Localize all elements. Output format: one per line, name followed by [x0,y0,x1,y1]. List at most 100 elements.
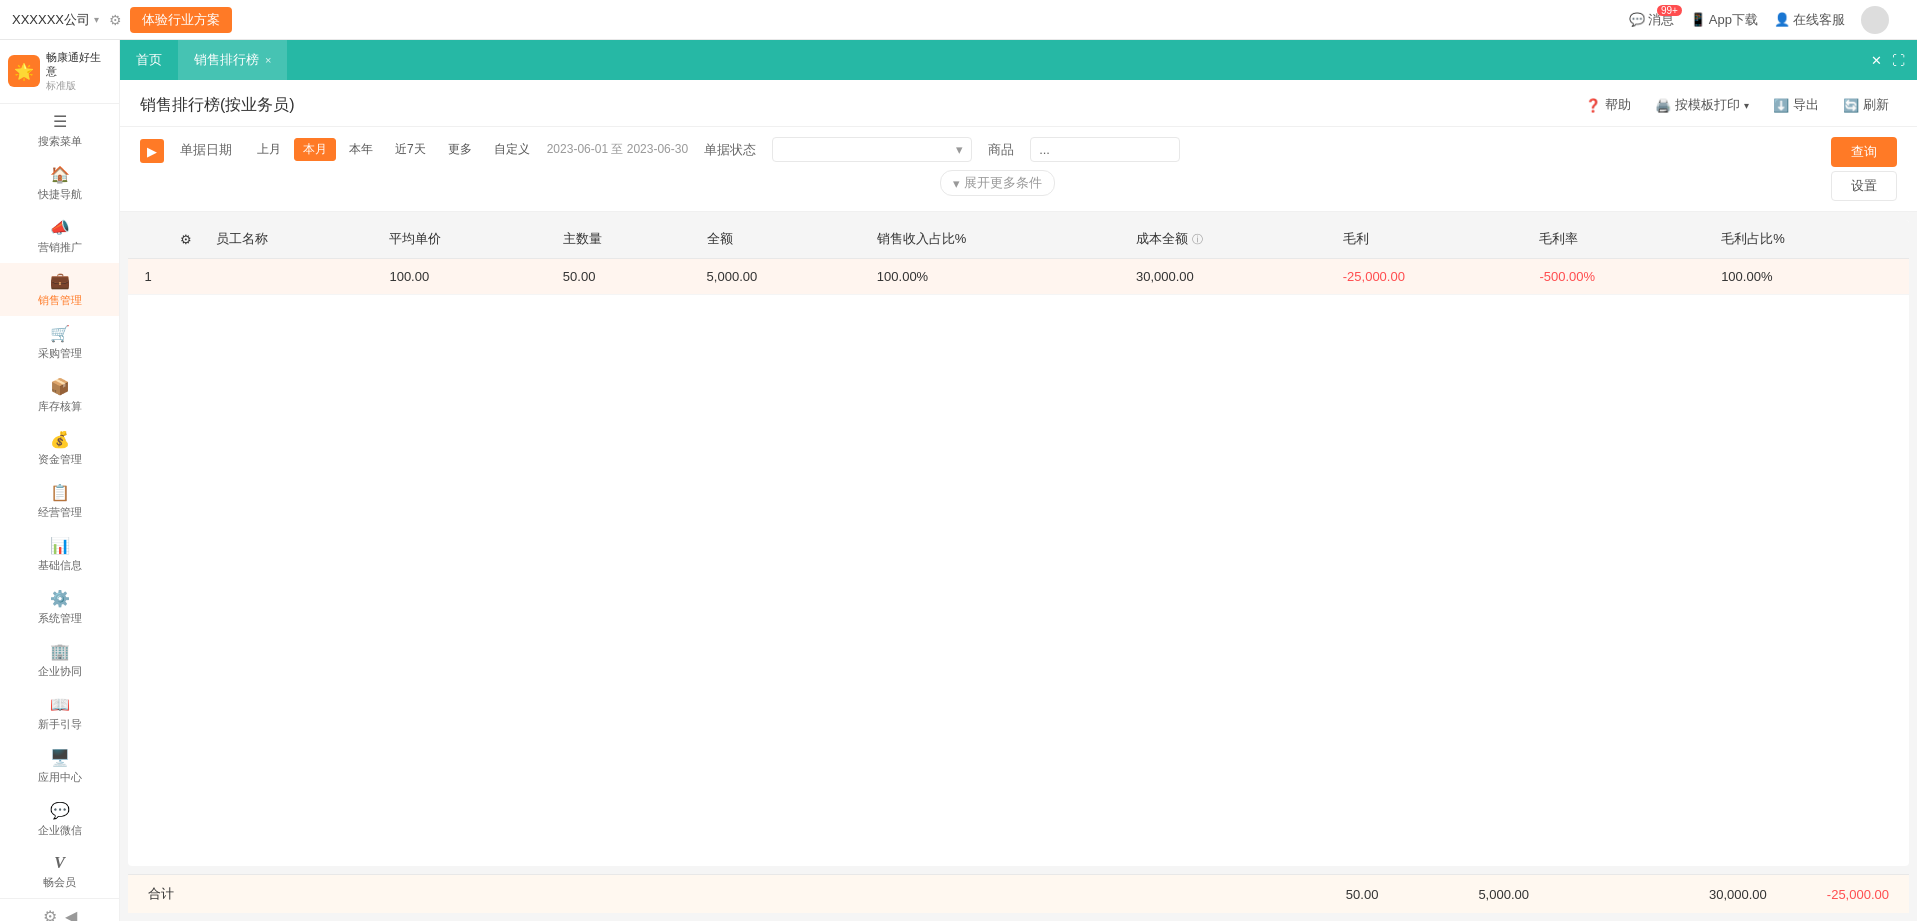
cell-name [204,259,377,295]
sidebar-label-apps: 应用中心 [38,770,82,785]
settings-icon[interactable]: ⚙ [109,12,122,28]
sidebar-item-system[interactable]: ⚙️ 系统管理 [0,581,119,634]
sidebar-item-marketing[interactable]: 📣 营销推广 [0,210,119,263]
cell-settings [168,259,204,295]
service-icon: 👤 [1774,12,1790,27]
table-header-row: ⚙ 员工名称 平均单价 主数量 全额 销售收入占比% 成本全额 ⓘ 毛利 毛利率… [128,220,1909,259]
expand-label: 展开更多条件 [964,174,1042,192]
avatar[interactable] [1861,6,1889,34]
filter-inputs: 单据日期 上月 本月 本年 近7天 更多 自定义 2023-06-01 至 20… [180,137,1815,196]
sidebar-item-shortcut[interactable]: 🏠 快捷导航 [0,157,119,210]
home-icon: 🏠 [50,165,70,184]
goods-value: ... [1039,142,1171,157]
date-btn-more[interactable]: 更多 [439,138,481,161]
col-amount: 全额 [695,220,865,259]
export-button[interactable]: ⬇️ 导出 [1765,92,1827,118]
footer-profit: -25,000.00 [1827,887,1889,902]
tab-expand-icon[interactable]: ⛶ [1892,53,1905,68]
query-button[interactable]: 查询 [1831,137,1897,167]
status-select[interactable]: ▾ [772,137,972,162]
date-btn-current[interactable]: 本月 [294,138,336,161]
sidebar-item-sales[interactable]: 💼 销售管理 [0,263,119,316]
enterprise-icon: 🏢 [50,642,70,661]
sidebar-logo: 🌟 畅康通好生意 标准版 [0,40,119,104]
app-download-button[interactable]: 📱 App下载 [1690,11,1758,29]
sidebar-collapse-button[interactable]: ◀ [65,907,77,921]
sidebar-item-wechat[interactable]: 💬 企业微信 [0,793,119,846]
page-content: 销售排行榜(按业务员) ❓ 帮助 🖨️ 按模板打印 ▾ ⬇️ 导出 [120,80,1917,921]
sidebar-label-enterprise: 企业协同 [38,664,82,679]
search-menu-icon: ☰ [53,112,67,131]
guide-icon: 📖 [50,695,70,714]
main-layout: 🌟 畅康通好生意 标准版 ☰ 搜索菜单 🏠 快捷导航 📣 营销推广 💼 销售管理… [0,40,1917,921]
col-qty: 主数量 [551,220,695,259]
tab-close-icon[interactable]: × [265,54,271,66]
sidebar-label-inventory: 库存核算 [38,399,82,414]
top-bar-right: 💬 消息 99+ 📱 App下载 👤 在线客服 [1629,6,1905,34]
tab-sales-ranking[interactable]: 销售排行榜 × [178,40,287,80]
sidebar-item-finance[interactable]: 💰 资金管理 [0,422,119,475]
date-btn-year[interactable]: 本年 [340,138,382,161]
cell-sales-ratio: 100.00% [865,259,1124,295]
print-chevron-icon: ▾ [1744,100,1749,111]
sidebar-item-operation[interactable]: 📋 经营管理 [0,475,119,528]
refresh-button[interactable]: 🔄 刷新 [1835,92,1897,118]
goods-input[interactable]: ... [1030,137,1180,162]
col-sales-ratio: 销售收入占比% [865,220,1124,259]
marketing-icon: 📣 [50,218,70,237]
table-wrap: ⚙ 员工名称 平均单价 主数量 全额 销售收入占比% 成本全额 ⓘ 毛利 毛利率… [128,220,1909,866]
sidebar-item-apps[interactable]: 🖥️ 应用中心 [0,740,119,793]
page-header: 销售排行榜(按业务员) ❓ 帮助 🖨️ 按模板打印 ▾ ⬇️ 导出 [120,80,1917,127]
company-selector[interactable]: XXXXXX公司 ▾ [12,11,99,29]
sidebar-item-search[interactable]: ☰ 搜索菜单 [0,104,119,157]
sidebar-label-guide: 新手引导 [38,717,82,732]
print-icon: 🖨️ [1655,98,1671,113]
col-profit: 毛利 [1331,220,1528,259]
cell-amount: 5,000.00 [695,259,865,295]
sidebar-label-wechat: 企业微信 [38,823,82,838]
tab-bar-actions: ✕ ⛶ [1859,53,1917,68]
col-name: 员工名称 [204,220,377,259]
sidebar-item-member[interactable]: V 畅会员 [0,846,119,898]
status-arrow-icon: ▾ [956,142,963,157]
cell-qty: 50.00 [551,259,695,295]
filter-bar: ▶ 单据日期 上月 本月 本年 近7天 更多 自定义 [120,127,1917,212]
sidebar-item-basic[interactable]: 📊 基础信息 [0,528,119,581]
filter-toggle-button[interactable]: ▶ [140,139,164,163]
sidebar-label-marketing: 营销推广 [38,240,82,255]
print-button[interactable]: 🖨️ 按模板打印 ▾ [1647,92,1757,118]
tab-home-label: 首页 [136,51,162,69]
sidebar-item-enterprise[interactable]: 🏢 企业协同 [0,634,119,687]
expand-more-button[interactable]: ▾ 展开更多条件 [940,170,1055,196]
content-area: 首页 销售排行榜 × ✕ ⛶ 销售排行榜(按业务员) ❓ 帮助 [120,40,1917,921]
setting-button[interactable]: 设置 [1831,171,1897,201]
sidebar: 🌟 畅康通好生意 标准版 ☰ 搜索菜单 🏠 快捷导航 📣 营销推广 💼 销售管理… [0,40,120,921]
sidebar-label-search: 搜索菜单 [38,134,82,149]
message-icon: 💬 [1629,12,1645,27]
expand-more-row: ▾ 展开更多条件 [180,170,1815,196]
message-badge: 99+ [1657,5,1682,16]
sidebar-item-purchase[interactable]: 🛒 采购管理 [0,316,119,369]
page-title: 销售排行榜(按业务员) [140,95,295,116]
online-service-button[interactable]: 👤 在线客服 [1774,11,1845,29]
sidebar-settings-button[interactable]: ⚙ [43,907,57,921]
date-btn-week[interactable]: 近7天 [386,138,435,161]
data-table: ⚙ 员工名称 平均单价 主数量 全额 销售收入占比% 成本全额 ⓘ 毛利 毛利率… [128,220,1909,295]
tab-close-window-icon[interactable]: ✕ [1871,53,1882,68]
date-btn-custom[interactable]: 自定义 [485,138,539,161]
sidebar-item-guide[interactable]: 📖 新手引导 [0,687,119,740]
table-footer: 合计 50.00 5,000.00 30,000.00 -25,000.00 [128,874,1909,913]
tab-home[interactable]: 首页 [120,40,178,80]
col-avg-price: 平均单价 [377,220,550,259]
message-button[interactable]: 💬 消息 99+ [1629,11,1674,29]
try-industry-button[interactable]: 体验行业方案 [130,7,232,33]
apps-icon: 🖥️ [50,748,70,767]
filter-right-buttons: 查询 设置 [1831,137,1897,201]
col-settings[interactable]: ⚙ [168,220,204,259]
sidebar-label-basic: 基础信息 [38,558,82,573]
basic-icon: 📊 [50,536,70,555]
sidebar-item-inventory[interactable]: 📦 库存核算 [0,369,119,422]
help-button[interactable]: ❓ 帮助 [1577,92,1639,118]
date-btn-last[interactable]: 上月 [248,138,290,161]
table-row: 1 100.00 50.00 5,000.00 100.00% 30,000.0… [128,259,1909,295]
